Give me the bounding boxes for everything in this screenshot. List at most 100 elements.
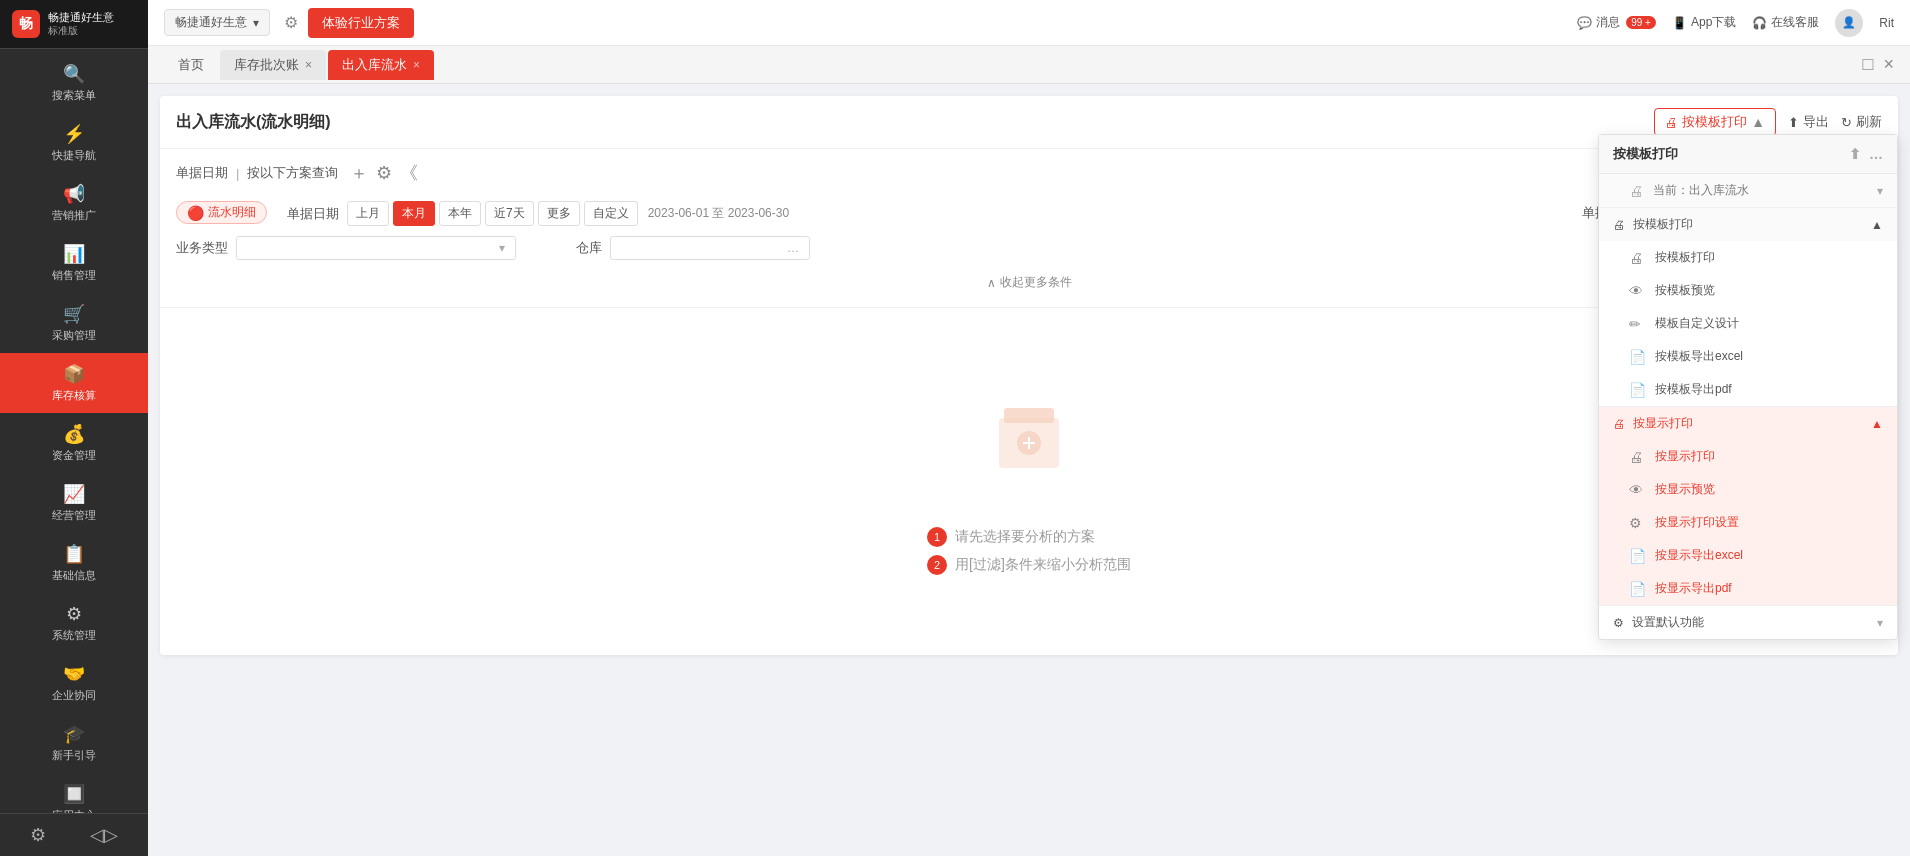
basic-icon: 📋 (63, 543, 85, 565)
tab-inventory-flow-close[interactable]: × (413, 58, 420, 72)
online-service-button[interactable]: 🎧 在线客服 (1752, 14, 1819, 31)
display-print-chevron-icon: ▲ (1871, 417, 1883, 431)
display-excel-label: 按显示导出excel (1655, 547, 1743, 564)
sidebar-item-sales[interactable]: 📊 销售管理 (0, 233, 148, 293)
filter-collapse-icon[interactable]: 《 (400, 161, 418, 185)
sidebar-logo[interactable]: 畅 畅捷通好生意 标准版 (0, 0, 148, 49)
sidebar-item-search[interactable]: 🔍 搜索菜单 (0, 53, 148, 113)
collab-icon: 🤝 (63, 663, 85, 685)
display-print-group-label: 按显示打印 (1633, 415, 1693, 432)
template-excel-item[interactable]: 📄 按模板导出excel (1599, 340, 1897, 373)
flow-detail-tag[interactable]: 🔴 流水明细 (176, 201, 267, 224)
template-print-item-0[interactable]: 🖨 按模板打印 (1599, 241, 1897, 274)
display-print-settings-item[interactable]: ⚙ 按显示打印设置 (1599, 506, 1897, 539)
export-label: 导出 (1803, 113, 1829, 131)
template-excel-label: 按模板导出excel (1655, 348, 1743, 365)
dropdown-current-item[interactable]: 🖨 当前：出入库流水 ▾ (1599, 174, 1897, 207)
template-pdf-item[interactable]: 📄 按模板导出pdf (1599, 373, 1897, 406)
tab-inventory-batch-close[interactable]: × (305, 58, 312, 72)
date-btn-last-month[interactable]: 上月 (347, 201, 389, 226)
template-excel-icon: 📄 (1629, 349, 1645, 365)
template-print-icon: 🖨 (1613, 218, 1625, 232)
template-print-item-1[interactable]: 👁 按模板预览 (1599, 274, 1897, 307)
print-button[interactable]: 🖨 按模板打印 ▲ (1654, 108, 1776, 136)
tab-inventory-flow-label: 出入库流水 (342, 56, 407, 74)
sidebar-nav: 🔍 搜索菜单 ⚡ 快捷导航 📢 营销推广 📊 销售管理 🛒 采购管理 📦 库存核… (0, 49, 148, 813)
workspace-selector[interactable]: 畅捷通好生意 ▾ (164, 9, 270, 36)
collapse-sidebar-icon[interactable]: ◁▷ (90, 824, 118, 846)
template-design-item[interactable]: ✏ 模板自定义设计 (1599, 307, 1897, 340)
refresh-button[interactable]: ↻ 刷新 (1841, 113, 1882, 131)
template-design-label: 模板自定义设计 (1655, 315, 1739, 332)
dropdown-close-icon[interactable]: … (1869, 146, 1883, 162)
trial-button[interactable]: 体验行业方案 (308, 8, 414, 38)
tab-home[interactable]: 首页 (164, 50, 218, 80)
tip-num-1: 1 (927, 527, 947, 547)
template-print-header[interactable]: 🖨 按模板打印 ▲ (1599, 208, 1897, 241)
warehouse-select[interactable]: … (610, 236, 810, 260)
topbar-left: 畅捷通好生意 ▾ ⚙ 体验行业方案 (164, 8, 1577, 38)
sidebar-item-app-center[interactable]: 🔲 应用中心 (0, 773, 148, 813)
sidebar-item-finance[interactable]: 💰 资金管理 (0, 413, 148, 473)
topbar-gear-icon[interactable]: ⚙ (284, 13, 298, 32)
display-excel-item[interactable]: 📄 按显示导出excel (1599, 539, 1897, 572)
sidebar-item-inventory[interactable]: 📦 库存核算 (0, 353, 148, 413)
dropdown-header-icons: ⬆ … (1849, 146, 1883, 162)
settings-icon[interactable]: ⚙ (30, 824, 46, 846)
date-btn-more[interactable]: 更多 (538, 201, 580, 226)
add-filter-icon[interactable]: ＋ (350, 161, 368, 185)
set-default-item[interactable]: ⚙ 设置默认功能 ▾ (1599, 606, 1897, 639)
export-button[interactable]: ⬆ 导出 (1788, 113, 1829, 131)
date-btn-this-month[interactable]: 本月 (393, 201, 435, 226)
app-download-button[interactable]: 📱 App下载 (1672, 14, 1736, 31)
service-label: 在线客服 (1771, 14, 1819, 31)
close-window-icon[interactable]: × (1883, 54, 1894, 75)
display-print-header[interactable]: 🖨 按显示打印 ▲ (1599, 407, 1897, 440)
maximize-icon[interactable]: □ (1863, 54, 1874, 75)
avatar[interactable]: 👤 (1835, 9, 1863, 37)
tip-num-2: 2 (927, 555, 947, 575)
sidebar-item-basic[interactable]: 📋 基础信息 (0, 533, 148, 593)
business-type-select[interactable]: ▾ (236, 236, 516, 260)
username-label[interactable]: Rit (1879, 16, 1894, 30)
sidebar-item-collab[interactable]: 🤝 企业协同 (0, 653, 148, 713)
sidebar-item-system[interactable]: ⚙ 系统管理 (0, 593, 148, 653)
date-btn-custom[interactable]: 自定义 (584, 201, 638, 226)
display-excel-icon: 📄 (1629, 548, 1645, 564)
business-type-label: 业务类型 (176, 239, 228, 257)
display-pdf-item[interactable]: 📄 按显示导出pdf (1599, 572, 1897, 605)
sidebar-label-guide: 新手引导 (52, 748, 96, 763)
sidebar-label-finance: 资金管理 (52, 448, 96, 463)
refresh-label: 刷新 (1856, 113, 1882, 131)
sidebar-label-ops: 经营管理 (52, 508, 96, 523)
tab-inventory-flow[interactable]: 出入库流水 × (328, 50, 434, 80)
sales-icon: 📊 (63, 243, 85, 265)
display-preview-item[interactable]: 👁 按显示预览 (1599, 473, 1897, 506)
tab-inventory-batch[interactable]: 库存批次账 × (220, 50, 326, 80)
print-chevron-icon[interactable]: ▲ (1751, 114, 1765, 130)
sidebar-item-marketing[interactable]: 📢 营销推广 (0, 173, 148, 233)
sidebar-item-ops[interactable]: 📈 经营管理 (0, 473, 148, 533)
display-print-item-0[interactable]: 🖨 按显示打印 (1599, 440, 1897, 473)
workspace-chevron-icon: ▾ (253, 16, 259, 30)
app-logo-icon: 畅 (12, 10, 40, 38)
empty-tip-1: 1 请先选择要分析的方案 (927, 527, 1131, 547)
dropdown-up-icon[interactable]: ⬆ (1849, 146, 1861, 162)
current-template-label: 当前：出入库流水 (1653, 182, 1749, 199)
display-pdf-icon: 📄 (1629, 581, 1645, 597)
warehouse-filter: 仓库 … (576, 236, 810, 260)
date-btn-7days[interactable]: 近7天 (485, 201, 534, 226)
sidebar-label-sales: 销售管理 (52, 268, 96, 283)
warehouse-more-icon: … (787, 241, 799, 255)
sidebar-item-purchase[interactable]: 🛒 采购管理 (0, 293, 148, 353)
filter-settings-icon[interactable]: ⚙ (376, 162, 392, 184)
date-btn-this-year[interactable]: 本年 (439, 201, 481, 226)
display-print-label-0: 按显示打印 (1655, 448, 1715, 465)
message-button[interactable]: 💬 消息 99 + (1577, 14, 1656, 31)
tab-inventory-batch-label: 库存批次账 (234, 56, 299, 74)
tabs-right: □ × (1863, 54, 1894, 75)
tabs-bar: 首页 库存批次账 × 出入库流水 × □ × (148, 46, 1910, 84)
warehouse-label: 仓库 (576, 239, 602, 257)
sidebar-item-quick-nav[interactable]: ⚡ 快捷导航 (0, 113, 148, 173)
sidebar-item-guide[interactable]: 🎓 新手引导 (0, 713, 148, 773)
